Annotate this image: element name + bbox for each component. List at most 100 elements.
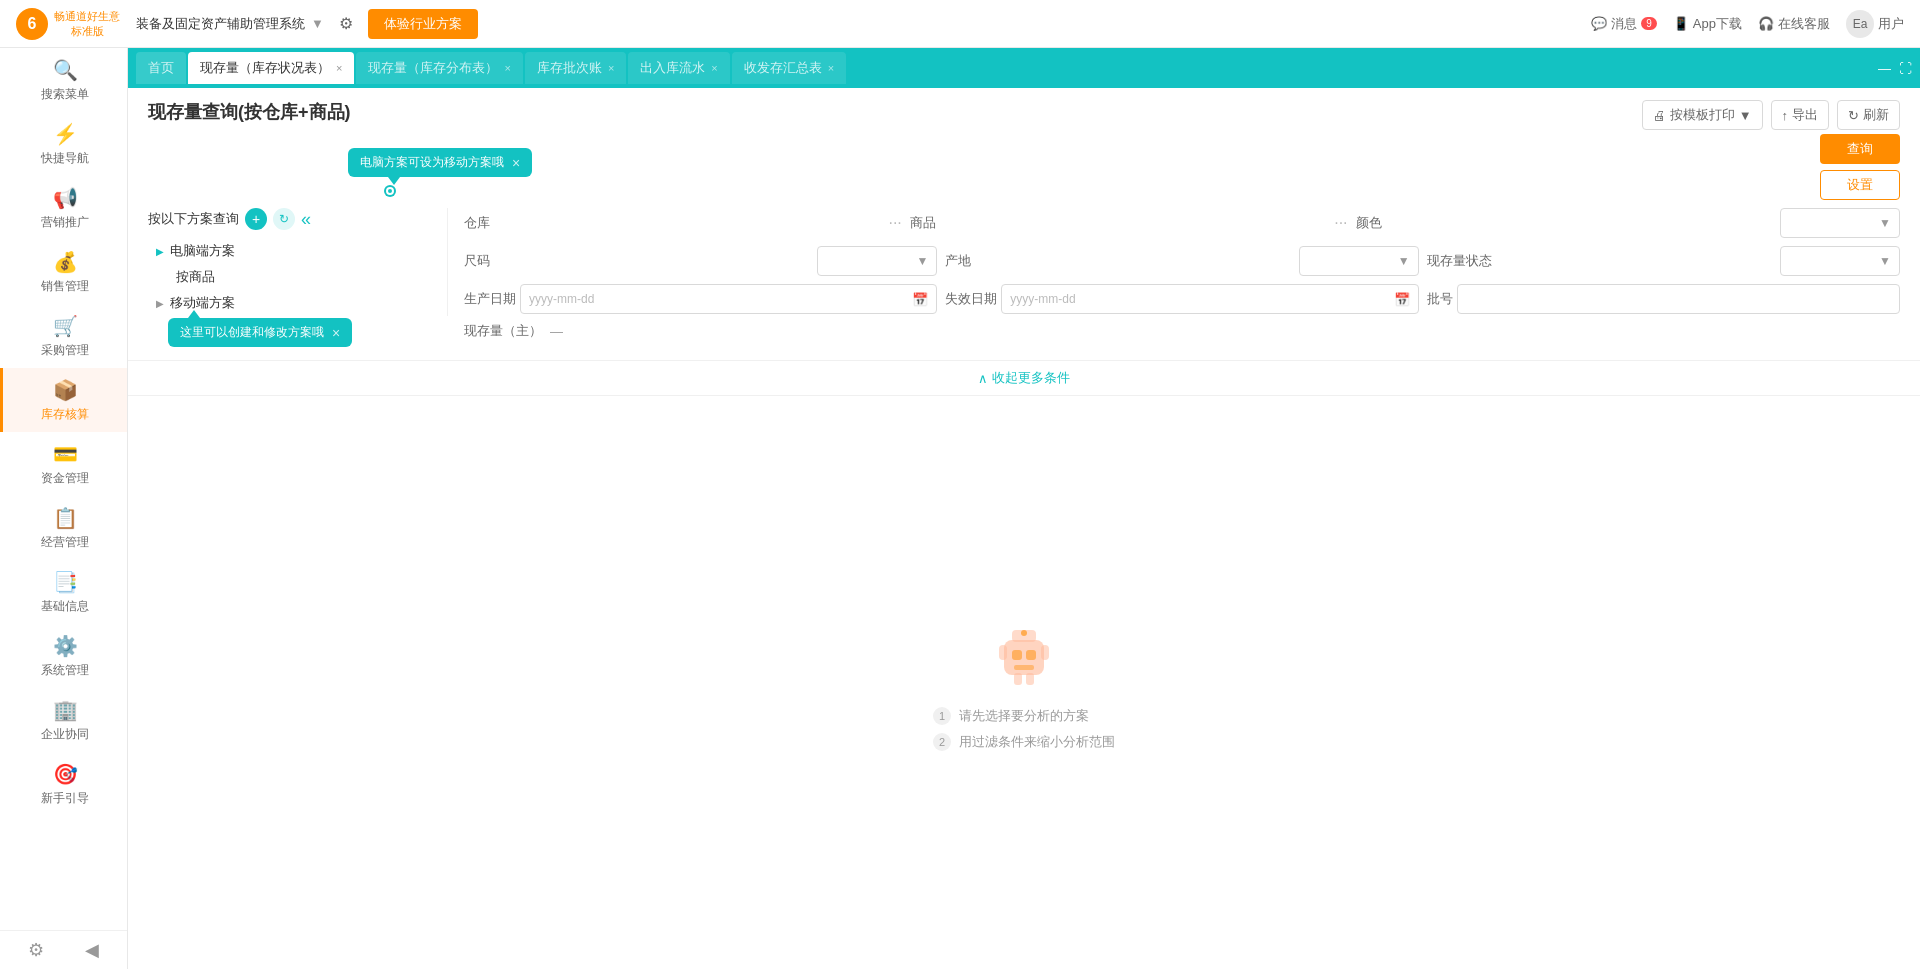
sidebar-item-finance[interactable]: 💳 资金管理 xyxy=(0,432,127,496)
tab-close-batch-ledger[interactable]: × xyxy=(608,62,614,74)
trial-button[interactable]: 体验行业方案 xyxy=(368,9,478,39)
quick-nav-icon: ⚡ xyxy=(53,122,78,146)
tooltip-2-close[interactable]: × xyxy=(332,325,340,341)
tab-close-inventory-dist[interactable]: × xyxy=(504,62,510,74)
page-title: 现存量查询(按仓库+商品) xyxy=(148,100,351,124)
origin-select[interactable]: ▼ xyxy=(1299,246,1419,276)
tab-recv-summary[interactable]: 收发存汇总表 × xyxy=(732,52,846,84)
tab-minimize-icon[interactable]: — xyxy=(1878,61,1891,76)
prod-date-label: 生产日期 xyxy=(464,290,516,308)
stock-status-chevron-icon: ▼ xyxy=(1879,254,1891,268)
sidebar-item-quick-nav[interactable]: ⚡ 快捷导航 xyxy=(0,112,127,176)
warehouse-more-icon[interactable]: ··· xyxy=(888,214,901,232)
empty-tip-1: 1 请先选择要分析的方案 xyxy=(933,707,1115,725)
exp-date-calendar-icon[interactable]: 📅 xyxy=(1394,292,1410,307)
tab-inout-flow[interactable]: 出入库流水 × xyxy=(628,52,729,84)
sidebar-label-guide: 新手引导 xyxy=(41,790,89,807)
sidebar-collapse-icon[interactable]: ◀ xyxy=(85,939,99,961)
tab-label-inventory-dist: 现存量（库存分布表） xyxy=(368,59,498,77)
origin-label: 产地 xyxy=(945,252,971,270)
stock-status-label: 现存量状态 xyxy=(1427,252,1492,270)
tab-inventory-status[interactable]: 现存量（库存状况表） × xyxy=(188,52,354,84)
empty-tip-2: 2 用过滤条件来缩小分析范围 xyxy=(933,733,1115,751)
exp-date-input[interactable]: yyyy-mm-dd 📅 xyxy=(1001,284,1418,314)
goods-more-icon[interactable]: ··· xyxy=(1334,214,1347,232)
goods-field: 商品 xyxy=(910,214,1326,232)
online-support-button[interactable]: 🎧 在线客服 xyxy=(1758,15,1830,33)
system-dropdown-icon[interactable]: ▼ xyxy=(311,16,324,31)
empty-state: 1 请先选择要分析的方案 2 用过滤条件来缩小分析范围 xyxy=(128,396,1920,969)
size-chevron-icon: ▼ xyxy=(916,254,928,268)
stock-main-label: 现存量（主） xyxy=(464,322,542,340)
refresh-scheme-button[interactable]: ↻ xyxy=(273,208,295,230)
avatar: Ea xyxy=(1846,10,1874,38)
color-chevron-icon: ▼ xyxy=(1879,216,1891,230)
tab-batch-ledger[interactable]: 库存批次账 × xyxy=(525,52,626,84)
scheme-desktop-item[interactable]: ▶ 电脑端方案 xyxy=(148,238,435,264)
toolbar-area: 🖨 按模板打印 ▼ ↑ 导出 ↻ 刷新 xyxy=(1642,100,1900,200)
prod-date-input[interactable]: yyyy-mm-dd 📅 xyxy=(520,284,937,314)
sidebar-item-guide[interactable]: 🎯 新手引导 xyxy=(0,752,127,816)
online-support-label: 在线客服 xyxy=(1778,15,1830,33)
sidebar-item-purchase[interactable]: 🛒 采购管理 xyxy=(0,304,127,368)
refresh-icon: ↻ xyxy=(1848,108,1859,123)
tab-label-batch-ledger: 库存批次账 xyxy=(537,59,602,77)
goods-label: 商品 xyxy=(910,214,936,232)
tooltip-bubble-1[interactable]: 电脑方案可设为移动方案哦 × xyxy=(348,148,532,177)
stock-main-dash: — xyxy=(550,324,563,339)
add-scheme-button[interactable]: + xyxy=(245,208,267,230)
sidebar-settings-icon[interactable]: ⚙ xyxy=(28,939,44,961)
sidebar-item-enterprise[interactable]: 🏢 企业协同 xyxy=(0,688,127,752)
tooltip-bubble-2[interactable]: 这里可以创建和修改方案哦 × xyxy=(168,318,352,347)
messages-button[interactable]: 💬 消息 9 xyxy=(1591,15,1657,33)
svg-point-9 xyxy=(1021,630,1027,636)
export-button[interactable]: ↑ 导出 xyxy=(1771,100,1830,130)
size-select[interactable]: ▼ xyxy=(817,246,937,276)
scheme-by-goods-item[interactable]: 按商品 xyxy=(168,264,435,290)
settings-button-2[interactable]: 设置 xyxy=(1820,170,1900,200)
tab-inventory-dist[interactable]: 现存量（库存分布表） × xyxy=(356,52,522,84)
messages-badge: 9 xyxy=(1641,17,1657,30)
refresh-button[interactable]: ↻ 刷新 xyxy=(1837,100,1900,130)
export-icon: ↑ xyxy=(1782,108,1789,123)
top-bar: 6 畅通道好生意 标准版 装备及固定资产辅助管理系统 ▼ ⚙ 体验行业方案 💬 … xyxy=(0,0,1920,48)
tab-close-inventory-status[interactable]: × xyxy=(336,62,342,74)
color-select[interactable]: ▼ xyxy=(1780,208,1900,238)
sidebar-item-system[interactable]: ⚙️ 系统管理 xyxy=(0,624,127,688)
sidebar-item-search-menu[interactable]: 🔍 搜索菜单 xyxy=(0,48,127,112)
query-button[interactable]: 查询 xyxy=(1820,134,1900,164)
sidebar-item-operations[interactable]: 📋 经营管理 xyxy=(0,496,127,560)
tooltip-1-close[interactable]: × xyxy=(512,155,520,171)
warehouse-label: 仓库 xyxy=(464,214,490,232)
tab-close-recv-summary[interactable]: × xyxy=(828,62,834,74)
main-data-area: 1 请先选择要分析的方案 2 用过滤条件来缩小分析范围 xyxy=(128,396,1920,969)
prod-date-calendar-icon[interactable]: 📅 xyxy=(912,292,928,307)
svg-rect-2 xyxy=(1026,650,1036,660)
svg-rect-4 xyxy=(999,645,1007,660)
headset-icon: 🎧 xyxy=(1758,16,1774,31)
phone-icon: 📱 xyxy=(1673,16,1689,31)
template-print-button[interactable]: 🖨 按模板打印 ▼ xyxy=(1642,100,1763,130)
tab-maximize-icon[interactable]: ⛶ xyxy=(1899,61,1912,76)
stock-status-select[interactable]: ▼ xyxy=(1780,246,1900,276)
app-download-button[interactable]: 📱 App下载 xyxy=(1673,15,1742,33)
sidebar-item-marketing[interactable]: 📢 营销推广 xyxy=(0,176,127,240)
user-avatar-button[interactable]: Ea 用户 xyxy=(1846,10,1904,38)
tip-number-1: 1 xyxy=(933,707,951,725)
collapse-label: 收起更多条件 xyxy=(992,369,1070,387)
exp-date-placeholder: yyyy-mm-dd xyxy=(1010,292,1075,306)
back-arrow-icon[interactable]: « xyxy=(301,209,311,230)
tab-home[interactable]: 首页 xyxy=(136,52,186,84)
settings-button[interactable]: ⚙ xyxy=(332,10,360,38)
sidebar-item-basic-info[interactable]: 📑 基础信息 xyxy=(0,560,127,624)
tab-close-inout-flow[interactable]: × xyxy=(711,62,717,74)
batch-input[interactable] xyxy=(1457,284,1900,314)
tab-label-inout-flow: 出入库流水 xyxy=(640,59,705,77)
collapse-more-button[interactable]: ∧ 收起更多条件 xyxy=(128,360,1920,395)
sidebar-bottom: ⚙ ◀ xyxy=(0,930,127,969)
stock-status-field: 现存量状态 xyxy=(1427,252,1772,270)
sidebar-item-sales[interactable]: 💰 销售管理 xyxy=(0,240,127,304)
sidebar-item-inventory[interactable]: 📦 库存核算 xyxy=(0,368,127,432)
color-field: 颜色 xyxy=(1356,214,1772,232)
empty-state-illustration xyxy=(984,615,1064,695)
